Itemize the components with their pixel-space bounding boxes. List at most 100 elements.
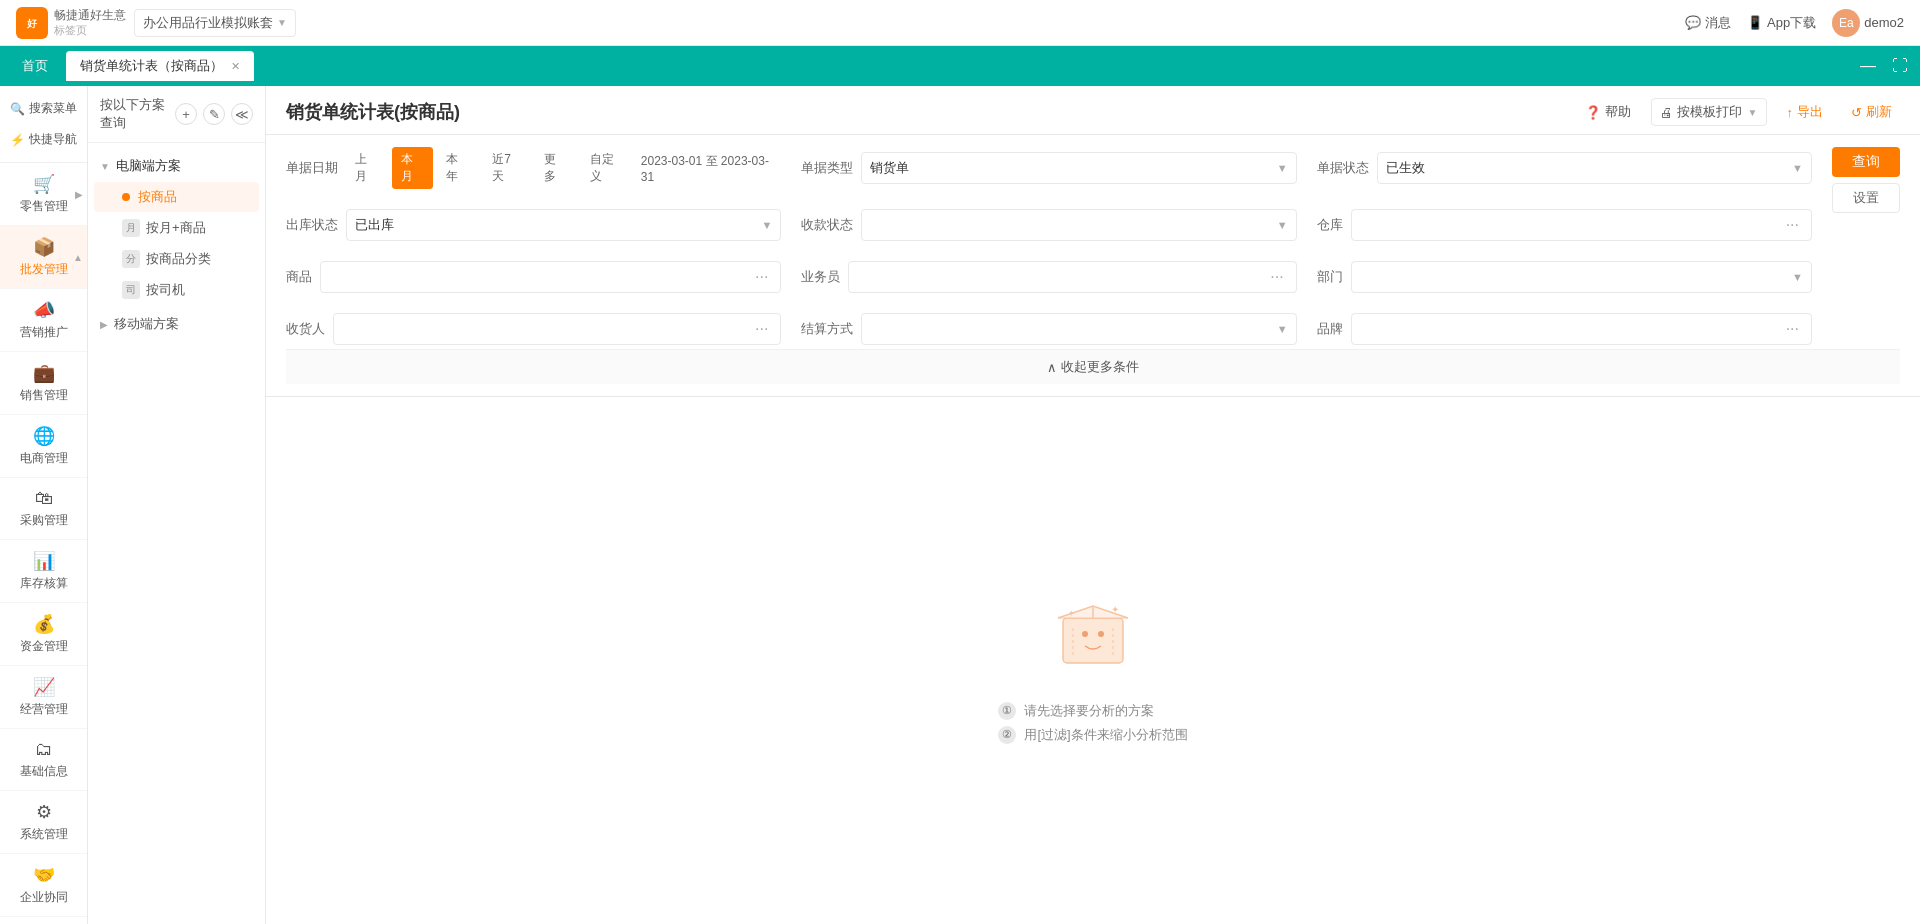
sidebar-item-operations-label: 经营管理 (20, 701, 68, 718)
help-button[interactable]: ❓ 帮助 (1577, 99, 1639, 125)
minimize-icon[interactable]: — (1856, 53, 1880, 79)
scheme-group-desktop-label: 电脑端方案 (116, 157, 181, 175)
scheme-item-by-product[interactable]: 按商品 (94, 182, 259, 212)
sidebar: 🔍 搜索菜单 ⚡ 快捷导航 🛒 零售管理 ▶ 📦 批发管理 ▲ 📣 营销推广 (0, 86, 88, 924)
message-button[interactable]: 💬 消息 (1685, 14, 1731, 32)
recipient-select[interactable]: ··· (333, 313, 781, 345)
recipient-dots-icon[interactable]: ··· (751, 320, 772, 338)
user-area[interactable]: Ea demo2 (1832, 9, 1904, 37)
product-dots-icon[interactable]: ··· (751, 268, 772, 286)
sidebar-item-inventory[interactable]: 📊 库存核算 (0, 540, 87, 603)
scheme-item-by-month-product[interactable]: 月 按月+商品 (94, 213, 259, 243)
filter-field-doc-type: 单据类型 销货单 ▼ (801, 152, 1296, 184)
tab-close-icon[interactable]: ✕ (231, 60, 240, 73)
filter-row-4: 收货人 ··· 结算方式 ▼ (286, 313, 1812, 345)
scheme-item-by-product-label: 按商品 (138, 188, 177, 206)
date-range-display: 2023-03-01 至 2023-03-31 (641, 153, 782, 184)
tab-bar: 首页 销货单统计表（按商品） ✕ — ⛶ (0, 46, 1920, 86)
tab-home[interactable]: 首页 (8, 51, 62, 81)
setting-button[interactable]: 设置 (1832, 183, 1900, 213)
filter-panel-actions: + ✎ ≪ (175, 103, 253, 125)
date-tab-last-month[interactable]: 上月 (346, 147, 388, 189)
quick-nav-button[interactable]: ⚡ 快捷导航 (4, 125, 83, 154)
brand-dots-icon[interactable]: ··· (1782, 320, 1803, 338)
scheme-item-by-category[interactable]: 分 按商品分类 (94, 244, 259, 274)
scheme-item-by-cabinet-label: 按司机 (146, 281, 185, 299)
tab-home-label: 首页 (22, 57, 48, 75)
sidebar-item-wholesale-label: 批发管理 (20, 261, 68, 278)
scheme-group-mobile[interactable]: ▶ 移动端方案 (88, 309, 265, 339)
warehouse-select[interactable]: ··· (1351, 209, 1812, 241)
warehouse-dots-icon[interactable]: ··· (1782, 216, 1803, 234)
sidebar-item-purchase-label: 采购管理 (20, 512, 68, 529)
query-button[interactable]: 查询 (1832, 147, 1900, 177)
collapse-panel-button[interactable]: ≪ (231, 103, 253, 125)
sidebar-item-operations[interactable]: 📈 经营管理 (0, 666, 87, 729)
inventory-icon: 📊 (33, 550, 55, 572)
edit-scheme-button[interactable]: ✎ (203, 103, 225, 125)
chevron-down-icon: ▼ (1277, 323, 1288, 335)
sidebar-item-corp[interactable]: 🤝 企业协同 (0, 854, 87, 917)
filter-field-department: 部门 ▼ (1317, 261, 1812, 293)
salesperson-dots-icon[interactable]: ··· (1266, 268, 1287, 286)
tab-report-label: 销货单统计表（按商品） (80, 57, 223, 75)
chevron-down-icon: ▼ (1277, 162, 1288, 174)
sidebar-item-wholesale[interactable]: 📦 批发管理 ▲ (0, 226, 87, 289)
tab-report[interactable]: 销货单统计表（按商品） ✕ (66, 51, 254, 81)
sidebar-item-guide[interactable]: 🎓 新手引导 (0, 917, 87, 924)
refresh-icon: ↺ (1851, 105, 1862, 120)
brand-select[interactable]: ··· (1351, 313, 1812, 345)
sidebar-item-inventory-label: 库存核算 (20, 575, 68, 592)
active-dot-icon (122, 193, 130, 201)
scheme-item-by-cabinet[interactable]: 司 按司机 (94, 275, 259, 305)
app-selector[interactable]: 办公用品行业模拟账套 ▼ (134, 9, 296, 37)
export-button[interactable]: ↑ 导出 (1779, 99, 1832, 125)
sidebar-item-marketing[interactable]: 📣 营销推广 (0, 289, 87, 352)
sales-icon: 💼 (33, 362, 55, 384)
print-button[interactable]: 🖨 按模板打印 ▼ (1651, 98, 1767, 126)
date-tab-more[interactable]: 更多 (535, 147, 577, 189)
query-action-group: 查询 设置 (1832, 147, 1900, 213)
doc-type-select[interactable]: 销货单 ▼ (861, 152, 1296, 184)
svg-text:好: 好 (26, 18, 38, 29)
salesperson-select[interactable]: ··· (848, 261, 1296, 293)
department-select[interactable]: ▼ (1351, 261, 1812, 293)
filter-field-doc-status: 单据状态 已生效 ▼ (1317, 152, 1812, 184)
scheme-group-desktop: ▼ 电脑端方案 按商品 月 按月+商品 分 按商品分类 (88, 151, 265, 305)
date-tab-last7[interactable]: 近7天 (483, 147, 531, 189)
svg-rect-2 (1063, 618, 1123, 663)
sidebar-item-basic[interactable]: 🗂 基础信息 (0, 729, 87, 791)
search-menu-button[interactable]: 🔍 搜索菜单 (4, 94, 83, 123)
add-scheme-button[interactable]: + (175, 103, 197, 125)
scheme-group-desktop-header[interactable]: ▼ 电脑端方案 (88, 151, 265, 181)
expand-icon[interactable]: ⛶ (1888, 53, 1912, 79)
warehouse-out-select[interactable]: 已出库 ▼ (346, 209, 781, 241)
refresh-button[interactable]: ↺ 刷新 (1843, 99, 1900, 125)
warehouse-out-label: 出库状态 (286, 216, 338, 234)
download-button[interactable]: 📱 App下载 (1747, 14, 1816, 32)
sidebar-item-retail[interactable]: 🛒 零售管理 ▶ (0, 163, 87, 226)
date-tab-custom[interactable]: 自定义 (581, 147, 635, 189)
svg-text:✦: ✦ (1068, 609, 1075, 618)
payment-status-select[interactable]: ▼ (861, 209, 1296, 241)
sidebar-item-ecommerce-label: 电商管理 (20, 450, 68, 467)
date-tab-this-month[interactable]: 本月 (392, 147, 434, 189)
chevron-up-icon: ∧ (1047, 360, 1057, 375)
sidebar-item-finance[interactable]: 💰 资金管理 (0, 603, 87, 666)
filter-field-payment-status: 收款状态 ▼ (801, 209, 1296, 241)
doc-status-select[interactable]: 已生效 ▼ (1377, 152, 1812, 184)
sidebar-item-system[interactable]: ⚙ 系统管理 (0, 791, 87, 854)
chevron-down-icon: ▼ (100, 161, 110, 172)
sidebar-item-purchase[interactable]: 🛍 采购管理 (0, 478, 87, 540)
empty-content: ✦ ✦ ① 请先选择要分析的方案 ② (998, 578, 1187, 744)
sidebar-item-sales[interactable]: 💼 销售管理 (0, 352, 87, 415)
date-tab-this-year[interactable]: 本年 (437, 147, 479, 189)
product-select[interactable]: ··· (320, 261, 781, 293)
main-layout: 🔍 搜索菜单 ⚡ 快捷导航 🛒 零售管理 ▶ 📦 批发管理 ▲ 📣 营销推广 (0, 86, 1920, 924)
settlement-select[interactable]: ▼ (861, 313, 1296, 345)
collapse-bar[interactable]: ∧ 收起更多条件 (286, 349, 1900, 384)
top-header: 好 畅捷通好生意 标签页 办公用品行业模拟账套 ▼ 💬 消息 📱 App下载 E… (0, 0, 1920, 46)
filter-field-warehouse: 仓库 ··· (1317, 209, 1812, 241)
sidebar-item-ecommerce[interactable]: 🌐 电商管理 (0, 415, 87, 478)
help-label: 帮助 (1605, 103, 1631, 121)
